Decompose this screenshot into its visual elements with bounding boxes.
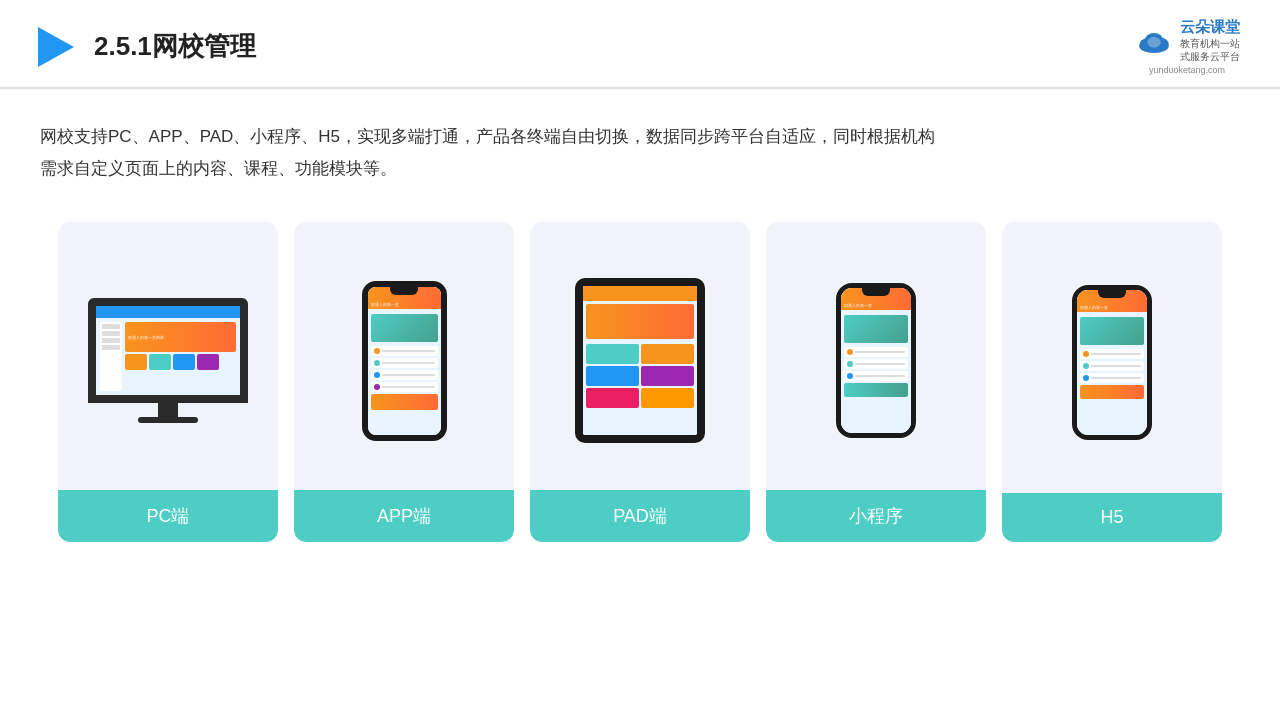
card-h5: 职通人的第一堂 <box>1002 222 1222 542</box>
ms-sidebar <box>100 322 122 391</box>
phone-body-app: 职通人的第一堂 <box>362 281 447 441</box>
tablet-body <box>575 278 705 443</box>
description-block: 网校支持PC、APP、PAD、小程序、H5，实现多端打通，产品各终端自由切换，数… <box>0 89 1280 186</box>
card-pad: PAD端 <box>530 222 750 542</box>
tablet-screen <box>583 286 697 435</box>
logo-tagline: 教育机构一站 式服务云平台 <box>1180 37 1240 63</box>
miniapp-mockup: 职通人的第一堂 <box>766 222 986 490</box>
logo-main-text: 云朵课堂 <box>1180 18 1240 37</box>
card-miniapp: 职通人的第一堂 <box>766 222 986 542</box>
phone-screen-mini: 职通人的第一堂 <box>841 288 911 433</box>
monitor-body: 职通人的第一堂网课 <box>88 298 248 403</box>
app-mockup: 职通人的第一堂 <box>294 222 514 490</box>
card-label-pc: PC端 <box>58 490 278 542</box>
pc-monitor: 职通人的第一堂网课 <box>88 298 248 423</box>
logo-text-block: 云朵课堂 教育机构一站 式服务云平台 <box>1180 18 1240 63</box>
logo-url: yunduoketang.com <box>1149 65 1225 75</box>
card-label-pad: PAD端 <box>530 490 750 542</box>
pc-mockup: 职通人的第一堂网课 <box>58 222 278 490</box>
ms-banner: 职通人的第一堂网课 <box>125 322 236 352</box>
card-label-miniapp: 小程序 <box>766 490 986 542</box>
page-title: 2.5.1网校管理 <box>94 29 256 64</box>
phone-mockup-h5: 职通人的第一堂 <box>1072 285 1152 440</box>
phone-screen-h5: 职通人的第一堂 <box>1077 290 1147 435</box>
ms-header <box>96 306 240 318</box>
tablet-mockup <box>575 278 705 443</box>
card-pc: 职通人的第一堂网课 <box>58 222 278 542</box>
svg-point-5 <box>1147 37 1160 48</box>
ms-body: 职通人的第一堂网课 <box>96 318 240 395</box>
description-line2: 需求自定义页面上的内容、课程、功能模块等。 <box>40 153 1240 185</box>
phone-screen-app: 职通人的第一堂 <box>368 287 441 435</box>
play-icon <box>30 23 78 71</box>
ms-main: 职通人的第一堂网课 <box>125 322 236 391</box>
h5-mockup: 职通人的第一堂 <box>1002 222 1222 493</box>
monitor-base <box>138 417 198 423</box>
monitor-screen: 职通人的第一堂网课 <box>96 306 240 395</box>
monitor-neck <box>158 403 178 417</box>
mini-phone-body-h5: 职通人的第一堂 <box>1072 285 1152 440</box>
phone-mockup-app: 职通人的第一堂 <box>362 281 447 441</box>
card-label-app: APP端 <box>294 490 514 542</box>
card-app: 职通人的第一堂 <box>294 222 514 542</box>
header-left: 2.5.1网校管理 <box>30 23 256 71</box>
logo-cloud: 云朵课堂 教育机构一站 式服务云平台 <box>1134 18 1240 63</box>
mini-phone-body: 职通人的第一堂 <box>836 283 916 438</box>
cards-section: 职通人的第一堂网课 <box>0 186 1280 542</box>
description-line1: 网校支持PC、APP、PAD、小程序、H5，实现多端打通，产品各终端自由切换，数… <box>40 121 1240 153</box>
phone-notch <box>390 287 418 295</box>
phone-mockup-mini: 职通人的第一堂 <box>836 283 916 438</box>
card-label-h5: H5 <box>1002 493 1222 542</box>
header: 2.5.1网校管理 云朵课堂 教育机构一站 式服务云平台 yunduoketan… <box>0 0 1280 89</box>
phone-notch-h5 <box>1098 290 1126 298</box>
cloud-icon <box>1134 27 1174 55</box>
svg-marker-0 <box>38 27 74 67</box>
logo-area: 云朵课堂 教育机构一站 式服务云平台 yunduoketang.com <box>1134 18 1240 75</box>
phone-notch-mini <box>862 288 890 296</box>
pad-mockup <box>530 222 750 490</box>
